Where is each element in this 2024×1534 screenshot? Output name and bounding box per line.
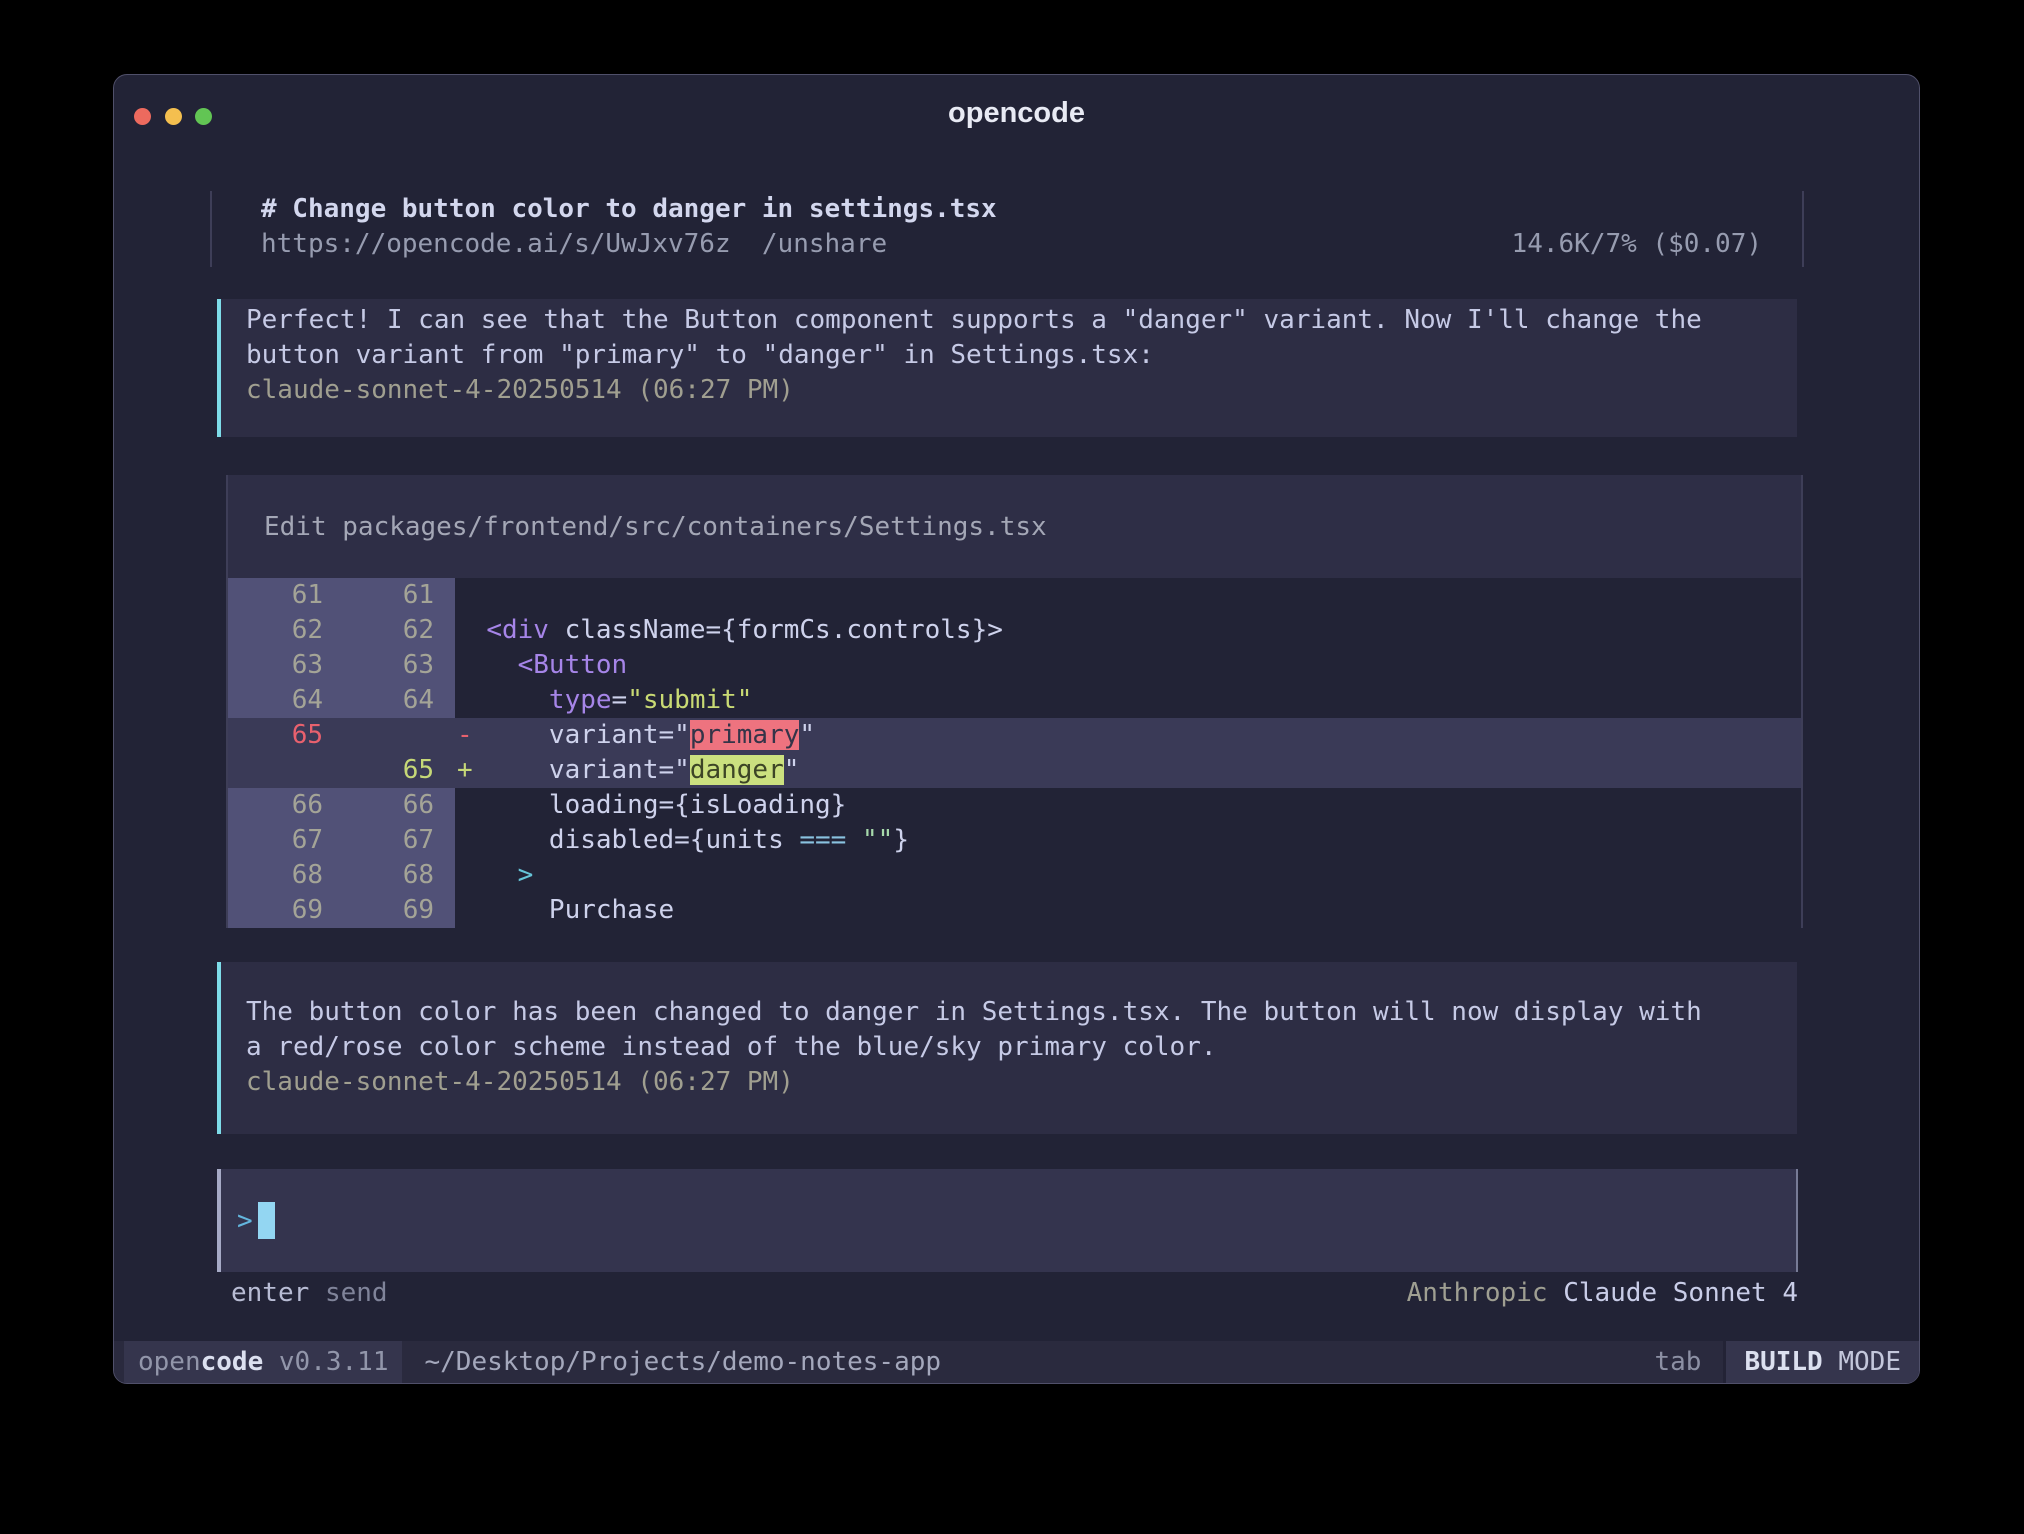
diff-row: 6464 type="submit"	[228, 683, 1801, 718]
message-text: The button color has been changed to dan…	[246, 995, 1797, 1030]
unshare-action[interactable]: /unshare	[762, 227, 887, 262]
token-stats: 14.6K/7% ($0.07)	[1512, 227, 1762, 262]
hint-row: enter send Anthropic Claude Sonnet 4	[217, 1276, 1798, 1311]
diff-code: disabled={units === ""}	[455, 823, 909, 858]
diff-old-lineno: 68	[228, 858, 323, 893]
diff-new-lineno: 69	[323, 893, 434, 928]
model-name: Claude Sonnet 4	[1563, 1276, 1798, 1311]
diff-row: 6262 <div className={formCs.controls}>	[228, 613, 1801, 648]
message-text: button variant from "primary" to "danger…	[246, 338, 1797, 373]
edit-tool-card: Edit packages/frontend/src/containers/Se…	[226, 475, 1803, 928]
diff-code: <Button	[455, 648, 627, 683]
diff-new-lineno: 63	[323, 648, 434, 683]
diff-code: variant="primary"	[455, 718, 815, 753]
window-titlebar[interactable]: opencode	[114, 75, 1919, 133]
diff-old-lineno: 63	[228, 648, 323, 683]
diff-old-lineno: 69	[228, 893, 323, 928]
diff-code: >	[455, 858, 533, 893]
diff-code: Purchase	[455, 893, 674, 928]
diff-code: variant="danger"	[455, 753, 799, 788]
diff-row: 6868 >	[228, 858, 1801, 893]
session-header: # Change button color to danger in setti…	[210, 191, 1804, 267]
text-cursor	[258, 1202, 275, 1239]
diff-row: 65- variant="primary"	[228, 718, 1801, 753]
prompt-input[interactable]: >	[217, 1169, 1798, 1272]
diff-old-lineno: 67	[228, 823, 323, 858]
diff-code: <div className={formCs.controls}>	[455, 613, 1003, 648]
model-info: claude-sonnet-4-20250514 (06:27 PM)	[246, 373, 1797, 408]
app-name: open	[138, 1347, 201, 1377]
session-title: # Change button color to danger in setti…	[261, 192, 997, 227]
assistant-message: The button color has been changed to dan…	[217, 962, 1797, 1134]
diff-old-lineno: 62	[228, 613, 323, 648]
diff-new-lineno: 68	[323, 858, 434, 893]
diff-row: 65+ variant="danger"	[228, 753, 1801, 788]
diff-row: 6363 <Button	[228, 648, 1801, 683]
diff-old-lineno: 64	[228, 683, 323, 718]
diff-new-lineno: 66	[323, 788, 434, 823]
diff-new-lineno: 67	[323, 823, 434, 858]
diff-row: 6767 disabled={units === ""}	[228, 823, 1801, 858]
message-text: Perfect! I can see that the Button compo…	[246, 303, 1797, 338]
enter-key-hint: enter	[231, 1276, 309, 1311]
tab-key-hint: tab	[1654, 1341, 1701, 1383]
edit-tool-title: Edit packages/frontend/src/containers/Se…	[228, 475, 1801, 578]
diff-rows: 61616262 <div className={formCs.controls…	[228, 578, 1801, 928]
diff-code: type="submit"	[455, 683, 752, 718]
provider-name: Anthropic	[1407, 1276, 1548, 1311]
project-path: ~/Desktop/Projects/demo-notes-app	[424, 1341, 941, 1383]
model-info: claude-sonnet-4-20250514 (06:27 PM)	[246, 1065, 1797, 1100]
diff-old-lineno: 65	[228, 718, 323, 753]
app-version-chip: opencode v0.3.11	[124, 1341, 402, 1383]
diff-new-lineno: 62	[323, 613, 434, 648]
diff-new-lineno: 61	[323, 578, 434, 613]
prompt-caret: >	[237, 1206, 253, 1236]
diff-code: loading={isLoading}	[455, 788, 846, 823]
diff-new-lineno: 65	[323, 753, 434, 788]
diff-old-lineno: 66	[228, 788, 323, 823]
build-mode-chip: BUILD MODE	[1723, 1341, 1919, 1383]
assistant-message: Perfect! I can see that the Button compo…	[217, 299, 1797, 437]
diff-new-lineno: 64	[323, 683, 434, 718]
message-text: a red/rose color scheme instead of the b…	[246, 1030, 1797, 1065]
session-share-url[interactable]: https://opencode.ai/s/UwJxv76z	[261, 227, 731, 262]
diff-old-lineno: 61	[228, 578, 323, 613]
send-hint: send	[325, 1276, 388, 1311]
diff-row: 6161	[228, 578, 1801, 613]
diff-row: 6666 loading={isLoading}	[228, 788, 1801, 823]
window-title: opencode	[114, 97, 1919, 130]
opencode-window: opencode # Change button color to danger…	[113, 74, 1920, 1384]
app-version: v0.3.11	[279, 1347, 389, 1377]
diff-row: 6969 Purchase	[228, 893, 1801, 928]
status-bar: opencode v0.3.11 ~/Desktop/Projects/demo…	[114, 1341, 1919, 1383]
